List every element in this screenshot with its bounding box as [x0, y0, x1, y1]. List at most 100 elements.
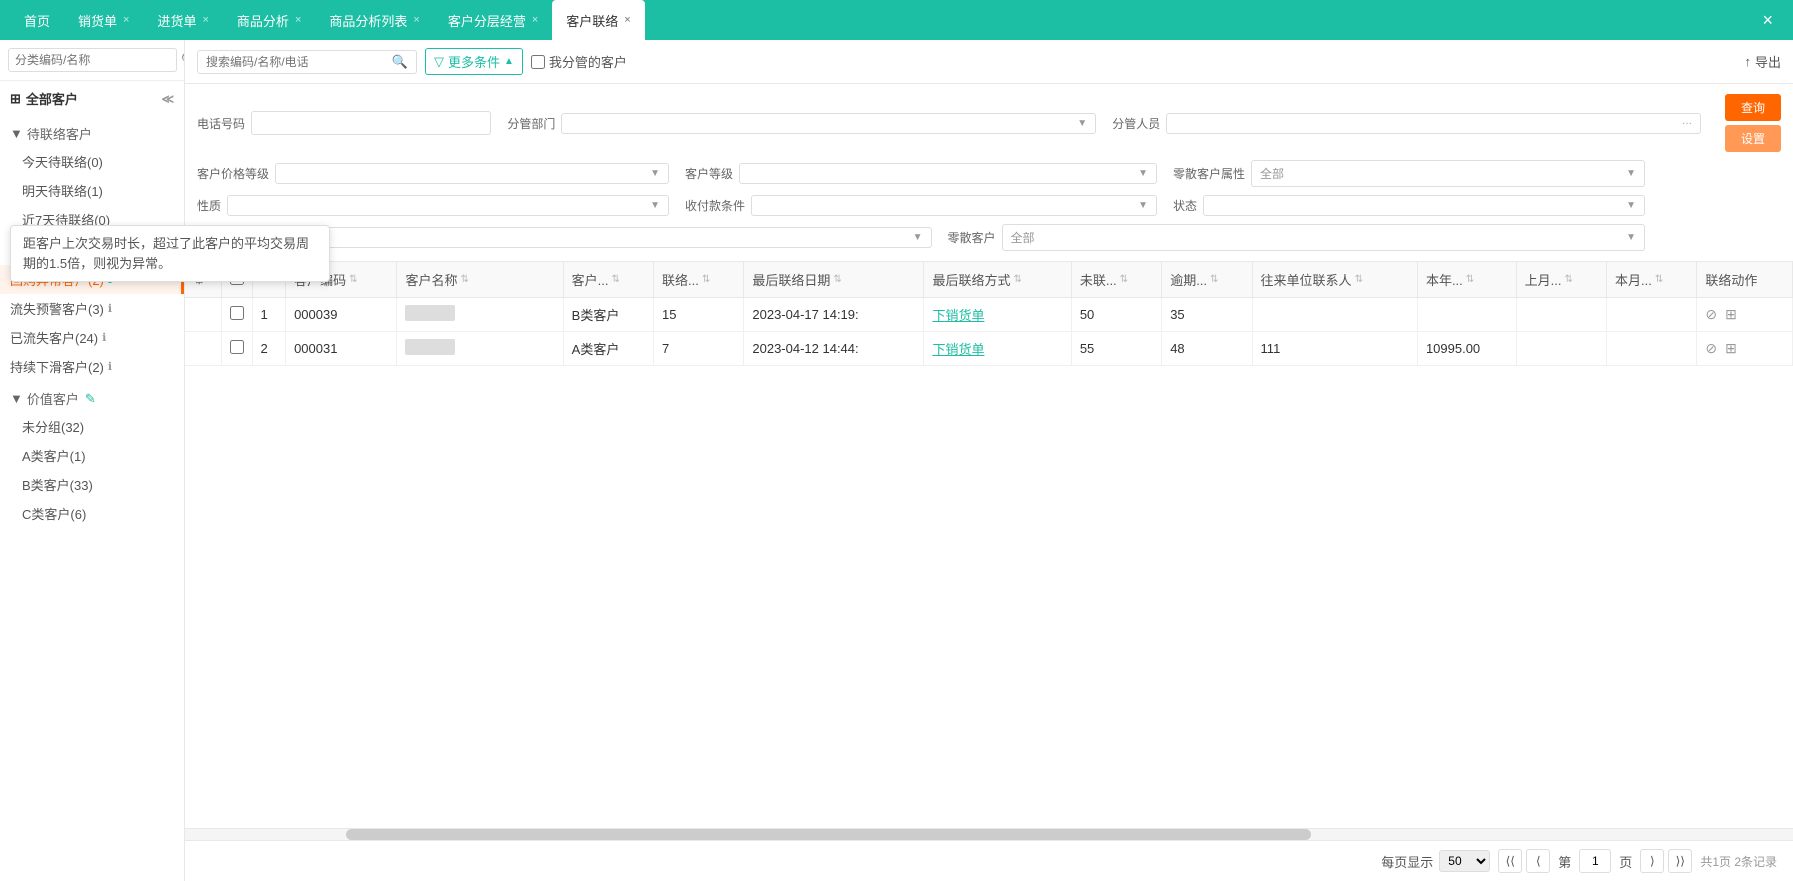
td-overdue-1: 35 — [1162, 298, 1252, 332]
row1-checkbox[interactable] — [230, 306, 244, 320]
page-number-input[interactable] — [1579, 849, 1611, 873]
nav-home[interactable]: 首页 — [10, 0, 64, 40]
th-last-contact-method[interactable]: 最后联络方式⇅ — [924, 262, 1071, 298]
nav-purchase-order[interactable]: 进货单 × — [143, 0, 222, 40]
link-action-icon-2[interactable]: ⊘ — [1705, 340, 1717, 357]
per-page-select[interactable]: 50 20 100 — [1439, 850, 1490, 872]
sidebar-all-customers[interactable]: ⊞ 全部客户 ≪ — [0, 81, 184, 116]
my-customer-checkbox[interactable] — [531, 55, 545, 69]
th-this-month[interactable]: 本月...⇅ — [1606, 262, 1696, 298]
last-page-button[interactable]: ⟩⟩ — [1668, 849, 1692, 873]
td-unreached-1: 50 — [1071, 298, 1161, 332]
next-page-button[interactable]: ⟩ — [1640, 849, 1664, 873]
grid-action-icon-2[interactable]: ⊞ — [1725, 340, 1737, 357]
nav-product-analysis-list[interactable]: 商品分析列表 × — [315, 0, 433, 40]
info-icon-churn: ℹ — [108, 302, 112, 315]
th-last-month[interactable]: 上月...⇅ — [1516, 262, 1606, 298]
th-this-year[interactable]: 本年...⇅ — [1417, 262, 1516, 298]
first-page-button[interactable]: ⟨⟨ — [1498, 849, 1522, 873]
horizontal-scrollbar[interactable] — [185, 828, 1793, 840]
my-customer-checkbox-wrap[interactable]: 我分管的客户 — [531, 52, 627, 71]
status-chevron-icon: ▼ — [1626, 200, 1636, 211]
sidebar-collapse-icon[interactable]: ≪ — [161, 92, 174, 106]
price-grade-select[interactable]: ▼ — [275, 163, 669, 184]
dept-select[interactable]: ▼ — [561, 113, 1096, 134]
sidebar-item-b-class[interactable]: B类客户(33) — [0, 470, 184, 499]
td-contact-1: 15 — [654, 298, 744, 332]
app-close-button[interactable]: × — [1752, 10, 1783, 31]
sidebar-item-tomorrow[interactable]: 明天待联络(1) — [0, 176, 184, 205]
sort-year-icon: ⇅ — [1466, 274, 1474, 285]
payment-field: 收付款条件 ▼ — [685, 195, 1157, 216]
price-grade-chevron-icon: ▼ — [650, 168, 660, 179]
payment-select[interactable]: ▼ — [751, 195, 1157, 216]
value-customers-header[interactable]: ▼ 价值客户 ✎ — [0, 383, 184, 412]
retail-customer-chevron-icon: ▼ — [1626, 232, 1636, 243]
action-icons-1: ⊘ ⊞ — [1705, 306, 1784, 323]
td-this-month-1 — [1606, 298, 1696, 332]
row2-checkbox[interactable] — [230, 340, 244, 354]
sidebar-search-input[interactable] — [8, 48, 177, 72]
th-overdue[interactable]: 逾期...⇅ — [1162, 262, 1252, 298]
filter-row-2: 客户价格等级 ▼ 客户等级 ▼ 零散客户属性 全部 — [197, 160, 1781, 187]
th-unreached[interactable]: 未联...⇅ — [1071, 262, 1161, 298]
td-method-1[interactable]: 下销货单 — [924, 298, 1071, 332]
th-type[interactable]: 客户...⇅ — [563, 262, 653, 298]
th-name[interactable]: 客户名称⇅ — [397, 262, 563, 298]
horizontal-scrollbar-thumb[interactable] — [346, 829, 1311, 840]
customer-grade-select[interactable]: ▼ — [739, 163, 1157, 184]
table-row: 1 000039 B类客户 15 2023-04-17 14:19: 下销货单 … — [185, 298, 1793, 332]
link-action-icon-1[interactable]: ⊘ — [1705, 306, 1717, 323]
person-select[interactable]: ··· — [1166, 113, 1701, 134]
th-last-contact-date[interactable]: 最后联络日期⇅ — [744, 262, 924, 298]
close-sales-order-icon[interactable]: × — [123, 14, 129, 26]
total-records: 共1页 2条记录 — [1700, 853, 1777, 870]
sidebar-item-today[interactable]: 今天待联络(0) — [0, 147, 184, 176]
sidebar: 🔍 ⊞ 全部客户 ≪ ▼ 待联络客户 今天待联络(0) 明天待联络(1) — [0, 40, 185, 881]
sidebar-item-ungrouped[interactable]: 未分组(32) — [0, 412, 184, 441]
close-product-list-icon[interactable]: × — [413, 14, 419, 26]
gender-select[interactable]: ▼ — [227, 195, 669, 216]
sort-type-icon: ⇅ — [612, 274, 620, 285]
customer-name-blurred-2 — [405, 339, 455, 355]
sidebar-item-declining[interactable]: 持续下滑客户(2) ℹ — [0, 352, 184, 381]
retail-customer-field: 零散客户 全部 ▼ — [948, 224, 1646, 251]
export-button[interactable]: ↑ 导出 — [1744, 52, 1781, 71]
sidebar-item-churn-warning[interactable]: 流失预警客户(3) ℹ — [0, 294, 184, 323]
dept-field: 分管部门 ▼ — [507, 113, 1096, 134]
close-purchase-icon[interactable]: × — [202, 14, 208, 26]
sort-contact-person-icon: ⇅ — [1355, 274, 1363, 285]
edit-icon-value[interactable]: ✎ — [85, 391, 96, 407]
prev-page-button[interactable]: ⟨ — [1526, 849, 1550, 873]
main-search-icon[interactable]: 🔍 — [392, 54, 408, 70]
phone-input[interactable] — [251, 111, 491, 135]
grid-action-icon-1[interactable]: ⊞ — [1725, 306, 1737, 323]
sidebar-item-churned[interactable]: 已流失客户(24) ℹ — [0, 323, 184, 352]
sidebar-item-c-class[interactable]: C类客户(6) — [0, 499, 184, 528]
retail-attr-select[interactable]: 全部 ▼ — [1251, 160, 1645, 187]
tooltip-box: 距客户上次交易时长，超过了此客户的平均交易周期的1.5倍，则视为异常。 — [185, 225, 330, 282]
nav-sales-order[interactable]: 销货单 × — [64, 0, 143, 40]
close-customer-tier-icon[interactable]: × — [532, 14, 538, 26]
nav-customer-contact[interactable]: 客户联络 × — [552, 0, 644, 40]
customer-type-field: 客户类型 ▼ — [234, 227, 932, 248]
customer-table: ⚙ 客户编码⇅ 客户名称⇅ 客户...⇅ — [185, 262, 1793, 366]
search-wrap: 🔍 — [197, 50, 417, 74]
main-search-input[interactable] — [206, 55, 392, 69]
close-customer-contact-icon[interactable]: × — [624, 14, 630, 26]
retail-customer-select[interactable]: 全部 ▼ — [1002, 224, 1645, 251]
pending-contact-header[interactable]: ▼ 待联络客户 — [0, 118, 184, 147]
query-button[interactable]: 查询 — [1725, 94, 1781, 121]
td-method-2[interactable]: 下销货单 — [924, 332, 1071, 366]
nav-product-analysis[interactable]: 商品分析 × — [223, 0, 315, 40]
sort-name-icon: ⇅ — [460, 274, 468, 285]
th-contact-count[interactable]: 联络...⇅ — [654, 262, 744, 298]
more-conditions-button[interactable]: ▽ 更多条件 ▲ — [425, 48, 523, 75]
setting-button[interactable]: 设置 — [1725, 125, 1781, 152]
sidebar-item-a-class[interactable]: A类客户(1) — [0, 441, 184, 470]
th-contact-person[interactable]: 往来单位联系人⇅ — [1252, 262, 1417, 298]
nav-customer-tier[interactable]: 客户分层经营 × — [434, 0, 552, 40]
customer-type-select[interactable]: ▼ — [288, 227, 931, 248]
close-product-analysis-icon[interactable]: × — [295, 14, 301, 26]
status-select[interactable]: ▼ — [1203, 195, 1645, 216]
